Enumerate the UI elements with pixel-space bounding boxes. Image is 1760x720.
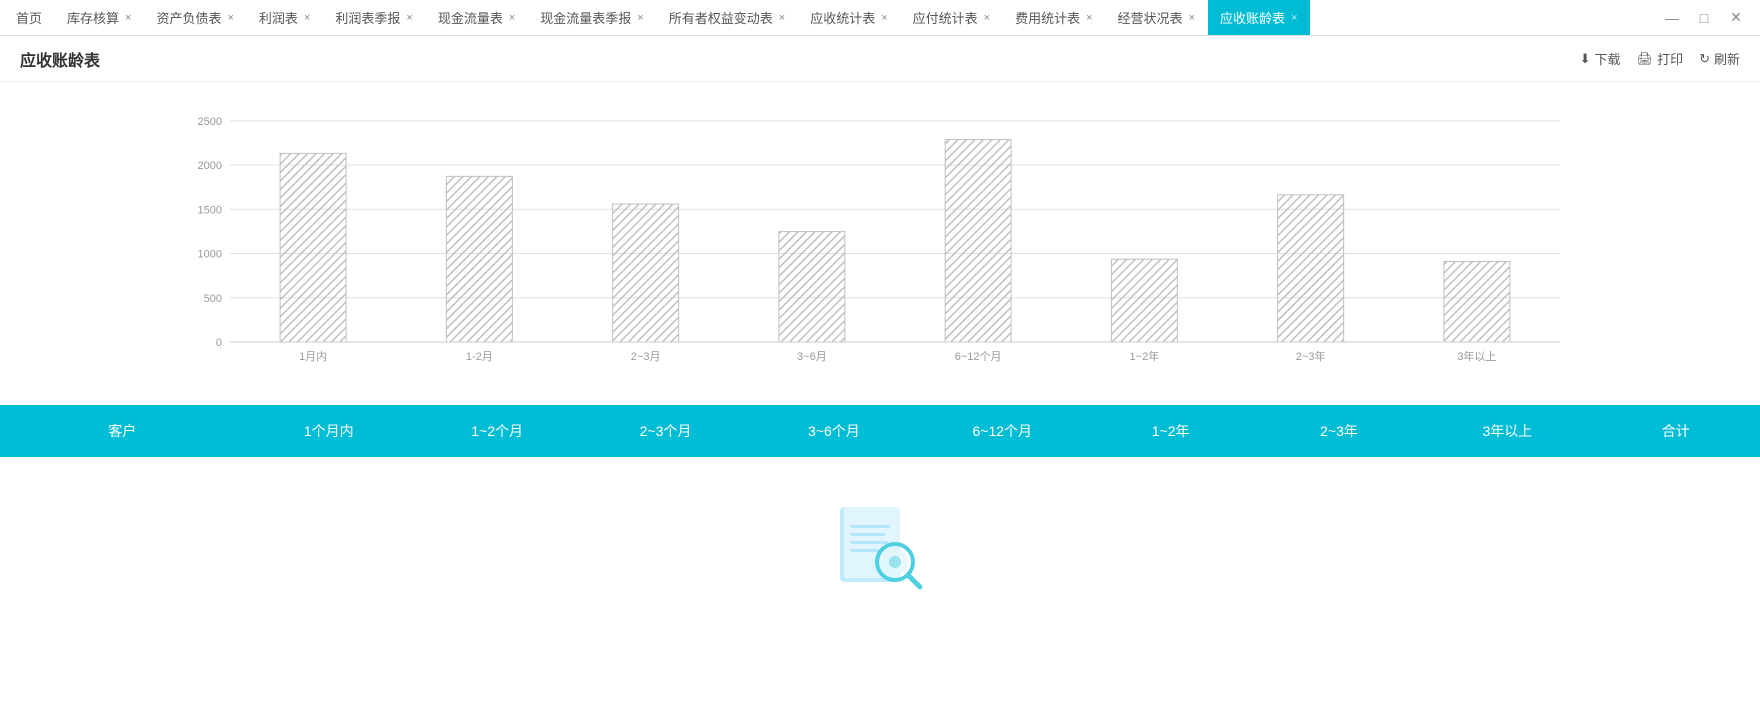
table-header-col-7: 2~3年 <box>1255 421 1423 441</box>
tab-item-ar-aging[interactable]: 应收账龄表 × <box>1208 0 1310 36</box>
svg-text:2~3年: 2~3年 <box>1296 349 1326 363</box>
tab-close-inventory[interactable]: × <box>125 12 131 24</box>
bar-2 <box>613 204 679 342</box>
svg-text:1月内: 1月内 <box>299 349 327 363</box>
table-header-col-9: 合计 <box>1592 421 1760 441</box>
tab-item-equity[interactable]: 所有者权益变动表 × <box>657 0 798 36</box>
svg-text:500: 500 <box>204 293 222 305</box>
bar-0 <box>280 153 346 342</box>
tab-item-ap-stats[interactable]: 应付统计表 × <box>901 0 1003 36</box>
tab-bar: 首页库存核算×资产负债表×利润表×利润表季报×现金流量表×现金流量表季报×所有者… <box>0 0 1760 36</box>
tab-close-ap-stats[interactable]: × <box>984 12 990 24</box>
tab-label-cashflow-quarterly: 现金流量表季报 <box>540 8 631 27</box>
tab-label-balance-sheet: 资产负债表 <box>156 8 221 27</box>
svg-text:2000: 2000 <box>198 160 222 172</box>
chart-area: 0 500 1000 1500 2000 2500 1月内 1-2月 2~3月 3~6月 6~12个… <box>0 82 1760 405</box>
table-header-col-8: 3年以上 <box>1423 421 1591 441</box>
tab-item-operations[interactable]: 经营状况表 × <box>1106 0 1208 36</box>
svg-text:3~6月: 3~6月 <box>797 351 827 363</box>
table-header-col-5: 6~12个月 <box>918 421 1086 441</box>
page-header: 应收账龄表 ⬇ 下载 🖨 打印 ↻ 刷新 <box>0 36 1760 82</box>
tab-close-profit[interactable]: × <box>304 12 310 24</box>
table-header-col-0: 客户 <box>0 421 245 441</box>
download-icon: ⬇ <box>1580 51 1591 67</box>
table-header-col-6: 1~2年 <box>1086 421 1254 441</box>
tab-item-profit[interactable]: 利润表 × <box>247 0 323 36</box>
table-header-col-2: 1~2个月 <box>413 421 581 441</box>
minimize-button[interactable]: — <box>1660 6 1684 30</box>
tabs-container: 首页库存核算×资产负债表×利润表×利润表季报×现金流量表×现金流量表季报×所有者… <box>4 0 1310 36</box>
table-header-col-3: 2~3个月 <box>581 421 749 441</box>
tab-item-expense-stats[interactable]: 费用统计表 × <box>1003 0 1105 36</box>
tab-label-ar-stats: 应收统计表 <box>810 8 875 27</box>
bar-5 <box>1111 259 1177 342</box>
tab-close-ar-aging[interactable]: × <box>1291 12 1297 24</box>
tab-item-cashflow[interactable]: 现金流量表 × <box>426 0 528 36</box>
svg-text:1500: 1500 <box>198 204 222 216</box>
tab-item-ar-stats[interactable]: 应收统计表 × <box>798 0 900 36</box>
tab-item-home[interactable]: 首页 <box>4 0 55 36</box>
tab-item-balance-sheet[interactable]: 资产负债表 × <box>144 0 246 36</box>
window-controls: — □ ✕ <box>1660 6 1756 30</box>
download-button[interactable]: ⬇ 下载 <box>1580 49 1621 68</box>
tab-label-operations: 经营状况表 <box>1118 8 1183 27</box>
print-icon: 🖨 <box>1637 51 1654 67</box>
tab-close-operations[interactable]: × <box>1189 12 1195 24</box>
svg-text:1000: 1000 <box>198 249 222 261</box>
tab-label-home: 首页 <box>16 8 42 27</box>
table-header: 客户1个月内1~2个月2~3个月3~6个月6~12个月1~2年2~3年3年以上合… <box>0 405 1760 457</box>
print-button[interactable]: 🖨 打印 <box>1637 49 1684 68</box>
table-header-col-1: 1个月内 <box>245 421 413 441</box>
close-window-button[interactable]: ✕ <box>1724 6 1748 30</box>
tab-close-balance-sheet[interactable]: × <box>227 12 233 24</box>
print-label: 打印 <box>1657 49 1683 68</box>
main-content: 0 500 1000 1500 2000 2500 1月内 1-2月 2~3月 3~6月 6~12个… <box>0 82 1760 720</box>
svg-text:1~2年: 1~2年 <box>1130 349 1160 363</box>
tab-label-equity: 所有者权益变动表 <box>669 8 773 27</box>
svg-text:6~12个月: 6~12个月 <box>955 350 1002 363</box>
tab-label-expense-stats: 费用统计表 <box>1015 8 1080 27</box>
svg-text:1-2月: 1-2月 <box>466 351 493 363</box>
tab-close-equity[interactable]: × <box>779 12 785 24</box>
tab-item-inventory[interactable]: 库存核算 × <box>55 0 144 36</box>
tab-close-cashflow[interactable]: × <box>509 12 515 24</box>
svg-text:2500: 2500 <box>198 116 222 128</box>
bar-7 <box>1444 262 1510 343</box>
tab-label-profit-quarterly: 利润表季报 <box>335 8 400 27</box>
svg-text:3年以上: 3年以上 <box>1457 349 1496 363</box>
tab-label-cashflow: 现金流量表 <box>438 8 503 27</box>
tab-close-profit-quarterly[interactable]: × <box>406 12 412 24</box>
tab-item-cashflow-quarterly[interactable]: 现金流量表季报 × <box>528 0 656 36</box>
tab-close-ar-stats[interactable]: × <box>881 12 887 24</box>
table-header-col-4: 3~6个月 <box>750 421 918 441</box>
tab-label-inventory: 库存核算 <box>67 8 119 27</box>
refresh-button[interactable]: ↻ 刷新 <box>1699 49 1740 68</box>
bar-3 <box>779 232 845 342</box>
refresh-label: 刷新 <box>1714 49 1740 68</box>
header-actions: ⬇ 下载 🖨 打印 ↻ 刷新 <box>1580 49 1740 68</box>
tab-close-expense-stats[interactable]: × <box>1086 12 1092 24</box>
maximize-button[interactable]: □ <box>1692 6 1716 30</box>
bar-chart: 0 500 1000 1500 2000 2500 1月内 1-2月 2~3月 3~6月 6~12个… <box>40 102 1720 382</box>
bar-1 <box>446 176 512 342</box>
empty-icon <box>820 497 940 597</box>
tab-label-ap-stats: 应付统计表 <box>913 8 978 27</box>
tab-item-profit-quarterly[interactable]: 利润表季报 × <box>323 0 425 36</box>
page-title: 应收账龄表 <box>20 47 100 71</box>
svg-text:2~3月: 2~3月 <box>631 351 661 363</box>
empty-state <box>0 457 1760 720</box>
svg-text:0: 0 <box>216 337 222 349</box>
bar-6 <box>1278 195 1344 342</box>
refresh-icon: ↻ <box>1699 51 1710 67</box>
download-label: 下载 <box>1595 49 1621 68</box>
tab-label-ar-aging: 应收账龄表 <box>1220 8 1285 27</box>
bar-4 <box>945 140 1011 342</box>
tab-close-cashflow-quarterly[interactable]: × <box>637 12 643 24</box>
tab-label-profit: 利润表 <box>259 8 298 27</box>
